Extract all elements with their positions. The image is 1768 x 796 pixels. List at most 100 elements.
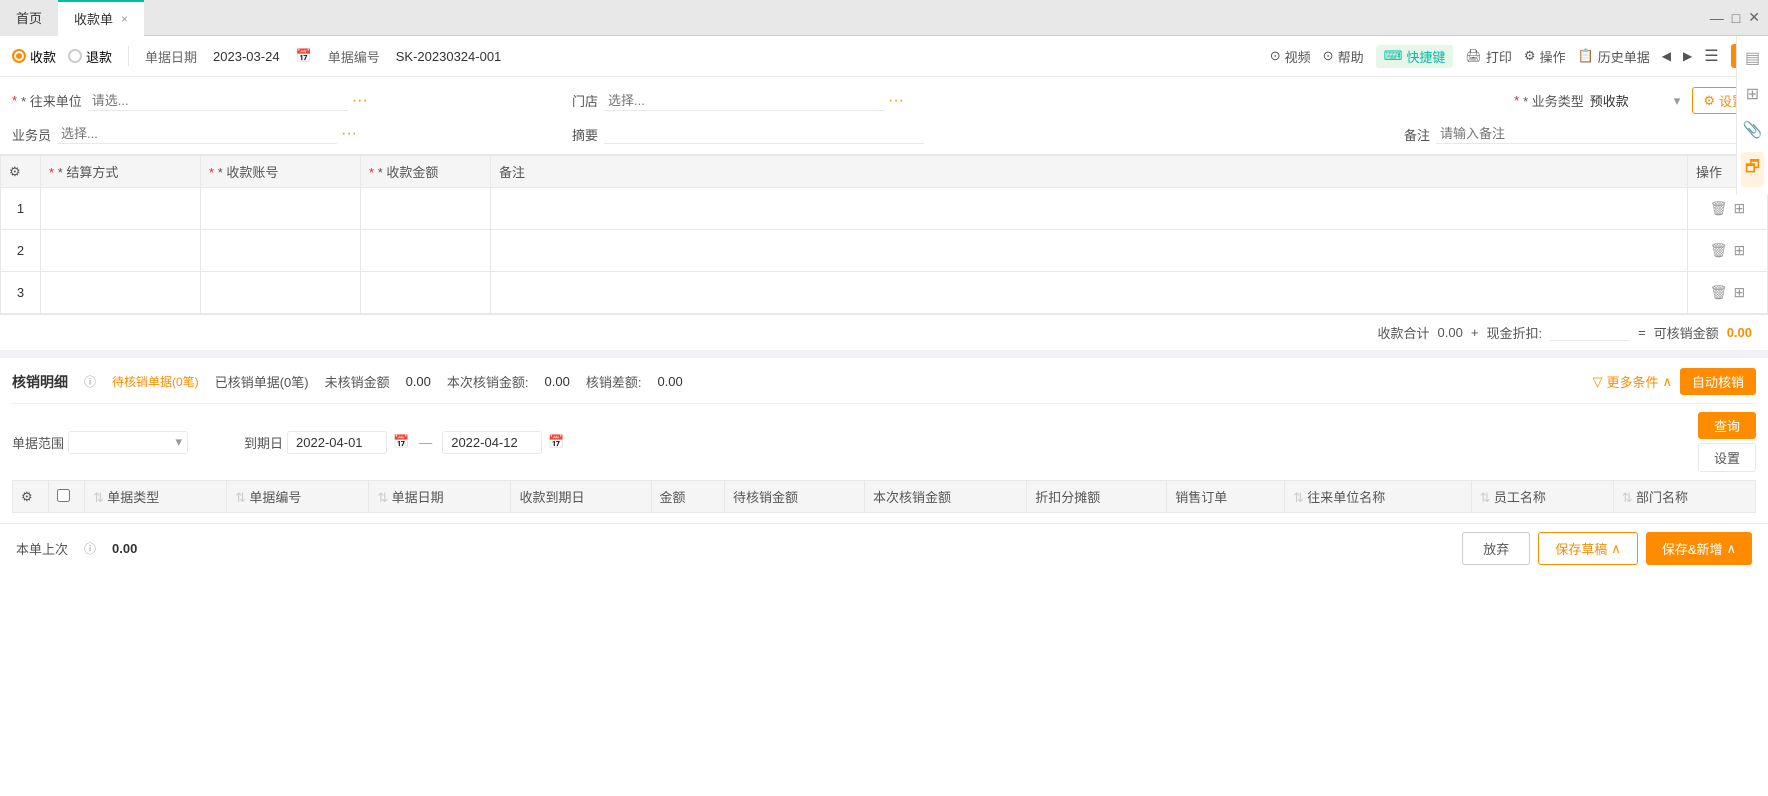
- cal-from-icon[interactable]: 📅: [393, 434, 409, 450]
- table-row: 1 🗑 ⊞: [1, 188, 1768, 230]
- summary-input[interactable]: [604, 124, 924, 144]
- print-btn[interactable]: 🖨 打印: [1465, 47, 1512, 66]
- operations-btn[interactable]: ⚙ 操作: [1524, 47, 1566, 66]
- row-1-account[interactable]: [201, 188, 361, 230]
- close-window-icon[interactable]: ✕: [1748, 9, 1760, 26]
- list-view-btn[interactable]: ☰: [1704, 46, 1718, 66]
- shortcut-btn[interactable]: ⌨ 快捷键: [1376, 45, 1454, 68]
- salesperson-input[interactable]: [57, 124, 337, 144]
- help-btn[interactable]: ⊙ 帮助: [1323, 47, 1364, 66]
- hexiao-done-tab[interactable]: 已核销单据(0笔): [215, 372, 309, 391]
- query-btn[interactable]: 查询: [1698, 412, 1756, 439]
- hexiao-settings-btn[interactable]: 设置: [1698, 443, 1756, 472]
- total-value: 0.00: [1438, 325, 1463, 340]
- save-draft-btn[interactable]: 保存草稿 ∧: [1538, 532, 1638, 565]
- row-1-settlement[interactable]: [41, 188, 201, 230]
- diff-value: 0.00: [657, 374, 682, 389]
- history-btn[interactable]: 📋 历史单据: [1578, 47, 1650, 66]
- bottom-table-header-row: ⚙ ⇅ 单据类型 ⇅ 单据编号: [13, 481, 1756, 513]
- radio-collection[interactable]: 收款: [12, 47, 56, 66]
- save-new-btn[interactable]: 保存&新增 ∧: [1646, 532, 1752, 565]
- collection-table-container: ⚙ * * 结算方式 * * 收款账号 * * 收款金额: [0, 155, 1768, 314]
- hexiao-info-icon[interactable]: ⓘ: [84, 373, 96, 390]
- counterpart-input[interactable]: [88, 91, 348, 111]
- auto-hexiao-btn[interactable]: 自动核销: [1680, 368, 1756, 395]
- tab-close-icon[interactable]: ×: [121, 12, 128, 26]
- salesperson-more-icon[interactable]: ···: [341, 125, 357, 143]
- next-btn[interactable]: ▶: [1683, 49, 1692, 63]
- store-more-icon[interactable]: ···: [888, 92, 904, 110]
- row-2-settlement[interactable]: [41, 230, 201, 272]
- collection-table: ⚙ * * 结算方式 * * 收款账号 * * 收款金额: [0, 155, 1768, 314]
- date-to-input[interactable]: [442, 431, 542, 454]
- table-row: 3 🗑 ⊞: [1, 272, 1768, 314]
- row-2-remark[interactable]: [491, 230, 1688, 272]
- hexiao-pending-tab[interactable]: 待核销单据(0笔): [112, 373, 199, 390]
- date-from-input[interactable]: [287, 431, 387, 454]
- due-date-field: 到期日 📅 — 📅: [244, 431, 564, 454]
- sidebar-icon-3[interactable]: 📎: [1739, 116, 1767, 144]
- hexiao-settings-label: 设置: [1714, 451, 1740, 466]
- row-3-amount[interactable]: [361, 272, 491, 314]
- row-2-delete-icon[interactable]: 🗑: [1710, 242, 1728, 259]
- row-2-copy-icon[interactable]: ⊞: [1734, 242, 1746, 259]
- more-conditions-btn[interactable]: ▽ 更多条件 ∧: [1592, 372, 1672, 391]
- abandon-btn[interactable]: 放弃: [1462, 532, 1530, 565]
- bth-bill-date: ⇅ 单据日期: [369, 481, 511, 513]
- due-date-header: 收款到期日: [519, 490, 584, 505]
- prev-btn[interactable]: ◀: [1662, 49, 1671, 63]
- row-3-delete-icon[interactable]: 🗑: [1710, 284, 1728, 301]
- counterpart-more-icon[interactable]: ···: [352, 92, 368, 110]
- store-input[interactable]: [604, 91, 884, 111]
- bth-counterpart: ⇅ 往来单位名称: [1285, 481, 1472, 513]
- maximize-icon[interactable]: □: [1732, 10, 1740, 26]
- radio-collection-circle: [12, 49, 26, 63]
- diff-label: 核销差额:: [586, 372, 642, 391]
- bth-settings[interactable]: ⚙: [13, 481, 49, 513]
- video-btn[interactable]: ⊙ 视频: [1270, 47, 1311, 66]
- row-3-remark[interactable]: [491, 272, 1688, 314]
- sidebar-icon-1[interactable]: ▤: [1741, 44, 1764, 72]
- equals-sign: =: [1638, 325, 1646, 340]
- row-2-amount[interactable]: [361, 230, 491, 272]
- row-3-account[interactable]: [201, 272, 361, 314]
- bottom-table-container: ⚙ ⇅ 单据类型 ⇅ 单据编号: [12, 480, 1756, 513]
- cal-to-icon[interactable]: 📅: [548, 434, 564, 450]
- current-hexiao-value: 0.00: [545, 374, 570, 389]
- footer-info-icon[interactable]: ⓘ: [84, 540, 96, 557]
- plus-sign: +: [1471, 325, 1479, 340]
- th-settings[interactable]: ⚙: [1, 156, 41, 188]
- remark-input[interactable]: [1436, 124, 1756, 144]
- row-1-amount[interactable]: [361, 188, 491, 230]
- row-1-copy-icon[interactable]: ⊞: [1734, 200, 1746, 217]
- sidebar-icon-4[interactable]: 🗗: [1741, 152, 1764, 187]
- query-btn-label: 查询: [1714, 419, 1740, 434]
- calendar-icon[interactable]: 📅: [296, 48, 312, 64]
- discount-input[interactable]: [1550, 325, 1630, 341]
- row-3-copy-icon[interactable]: ⊞: [1734, 284, 1746, 301]
- row-1-delete-icon[interactable]: 🗑: [1710, 200, 1728, 217]
- filter-row: 单据范围 到期日 📅 — 📅 查询 设置: [12, 403, 1756, 480]
- row-1-remark[interactable]: [491, 188, 1688, 230]
- account-star: *: [209, 165, 214, 180]
- range-select[interactable]: [68, 431, 188, 454]
- bill-no-label: 单据编号: [328, 47, 380, 66]
- tab-active[interactable]: 收款单 ×: [58, 0, 144, 36]
- tab-bar-controls: — □ ✕: [1710, 9, 1768, 26]
- row-3-settlement[interactable]: [41, 272, 201, 314]
- total-label: 收款合计: [1378, 323, 1430, 342]
- sidebar-icon-2[interactable]: ⊞: [1742, 80, 1763, 108]
- sort-icon-bill-date: ⇅: [377, 490, 388, 505]
- select-all-checkbox[interactable]: [57, 489, 70, 502]
- toolbar: 收款 退款 单据日期 2023-03-24 📅 单据编号 SK-20230324…: [0, 36, 1768, 77]
- settings-icon: ⚙: [9, 164, 21, 179]
- tab-home[interactable]: 首页: [0, 0, 58, 36]
- radio-return[interactable]: 退款: [68, 47, 112, 66]
- operations-th-label: 操作: [1696, 165, 1722, 180]
- minimize-icon[interactable]: —: [1710, 10, 1724, 26]
- biz-type-dropdown-icon[interactable]: ▾: [1674, 93, 1681, 109]
- bth-checkbox[interactable]: [49, 481, 85, 513]
- row-2-account[interactable]: [201, 230, 361, 272]
- bth-sales-order: 销售订单: [1167, 481, 1285, 513]
- bth-current-amount: 本次核销金额: [864, 481, 1026, 513]
